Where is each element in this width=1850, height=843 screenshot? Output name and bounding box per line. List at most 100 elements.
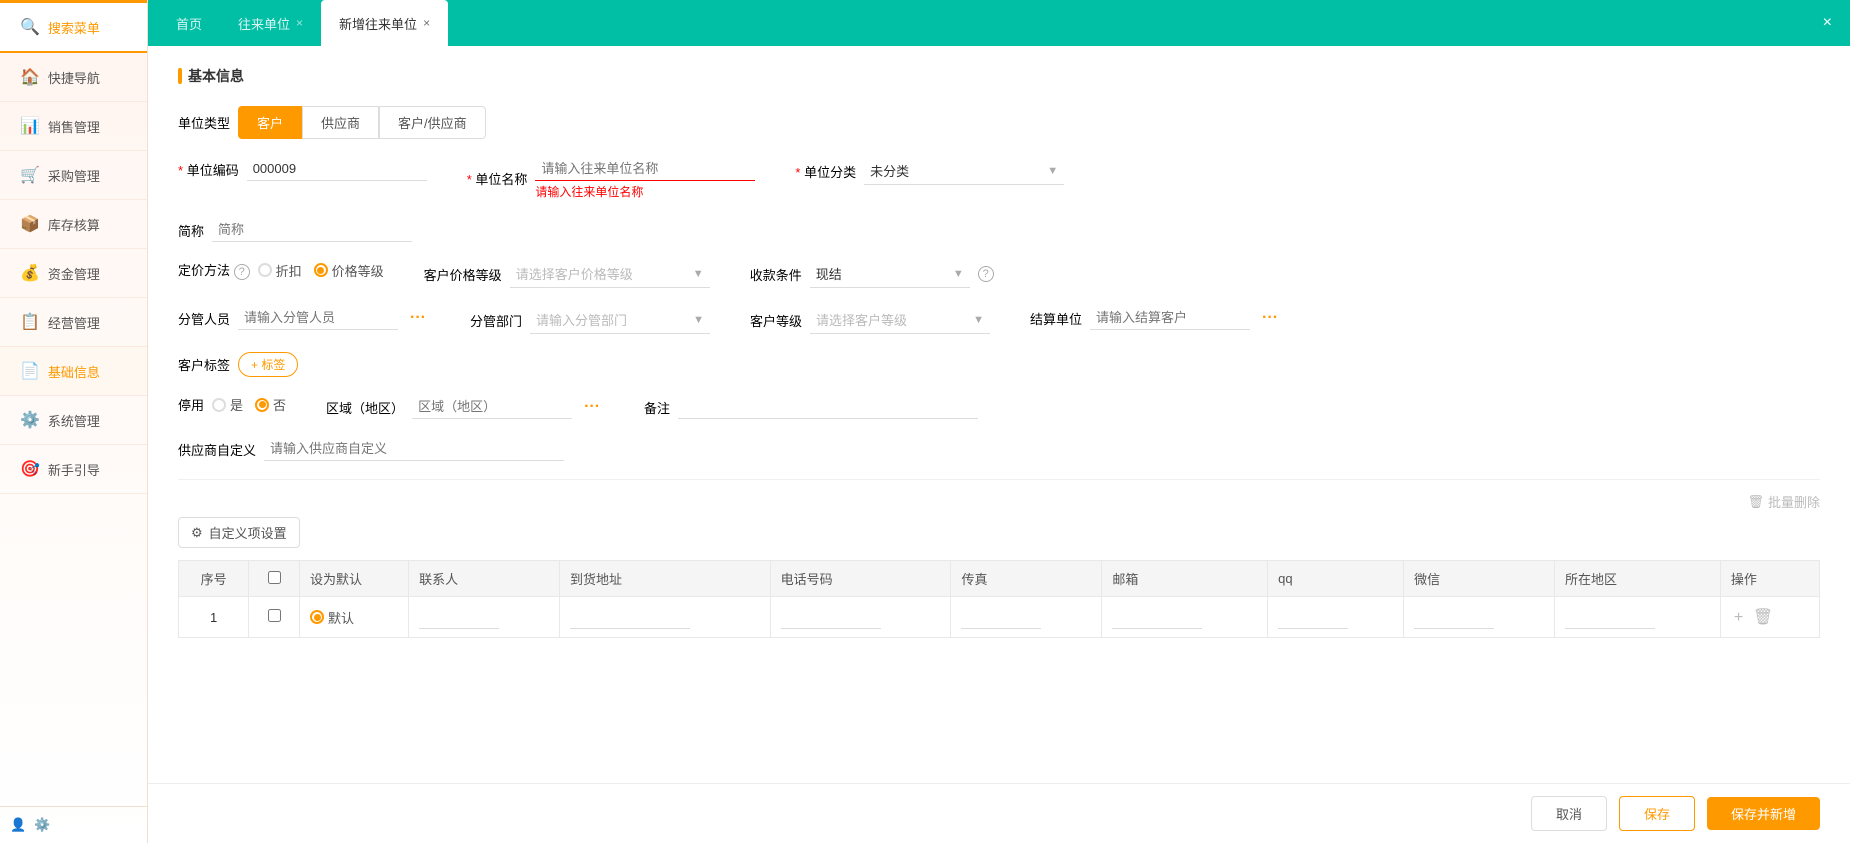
unit-code-input[interactable] (247, 157, 427, 181)
tab-contacts-close[interactable]: × (296, 16, 303, 30)
settlement-unit-input[interactable] (1090, 306, 1250, 330)
customer-price-level-select[interactable]: 请选择客户价格等级 ▼ (510, 260, 710, 288)
unit-type-supplier-btn[interactable]: 供应商 (302, 106, 379, 139)
pricing-radio-discount[interactable]: 折扣 (258, 261, 302, 280)
tab-new-contact-close[interactable]: × (423, 16, 430, 30)
disabled-yes-label: 是 (230, 395, 243, 414)
row-email-input[interactable] (1112, 605, 1202, 629)
row-wechat (1404, 597, 1555, 638)
manager-more-btn[interactable]: ··· (406, 309, 430, 327)
sidebar-item-purchase[interactable]: 🛒 采购管理 (0, 151, 147, 200)
row-contact-input[interactable] (419, 605, 499, 629)
unit-type-field: 单位类型 客户 供应商 客户/供应商 (178, 106, 486, 139)
operations-icon: 📋 (20, 312, 40, 332)
sidebar-settings-icon: ⚙️ (34, 817, 50, 833)
sidebar-item-system[interactable]: ⚙️ 系统管理 (0, 396, 147, 445)
tab-home[interactable]: 首页 (158, 0, 220, 46)
unit-category-select[interactable]: 未分类 ▼ (864, 157, 1064, 185)
col-location: 所在地区 (1555, 561, 1721, 597)
section-header: 基本信息 (178, 66, 1820, 86)
batch-delete-area[interactable]: 🗑 批量删除 (178, 492, 1820, 511)
sidebar-item-operations[interactable]: 📋 经营管理 (0, 298, 147, 347)
short-name-input[interactable] (212, 218, 412, 242)
sidebar-items: 🔍 搜索菜单 🏠 快捷导航 📊 销售管理 🛒 采购管理 📦 库存核算 💰 资金管… (0, 3, 147, 806)
department-select[interactable]: 请输入分管部门 ▼ (530, 306, 710, 334)
custom-settings-button[interactable]: ⚙ 自定义项设置 (178, 517, 300, 548)
row-add-btn[interactable]: + (1731, 609, 1746, 626)
department-arrow-icon: ▼ (693, 314, 704, 326)
payment-terms-question-icon[interactable]: ? (978, 266, 994, 282)
row-default-circle (310, 610, 324, 624)
unit-type-label: 单位类型 (178, 113, 230, 132)
row-default-radio[interactable]: 默认 (310, 608, 398, 627)
payment-terms-select[interactable]: 现结 ▼ (810, 260, 970, 288)
customer-tag-field: 客户标签 + 标签 (178, 352, 298, 377)
region-input[interactable] (412, 395, 572, 419)
cancel-button[interactable]: 取消 (1531, 796, 1607, 831)
sidebar-item-sales[interactable]: 📊 销售管理 (0, 102, 147, 151)
col-email: 邮箱 (1102, 561, 1268, 597)
guide-icon: 🎯 (20, 459, 40, 479)
sidebar-item-inventory[interactable]: 📦 库存核算 (0, 200, 147, 249)
sidebar-item-purchase-label: 采购管理 (48, 166, 100, 185)
disabled-no-circle (255, 398, 269, 412)
row-checkbox[interactable] (268, 609, 281, 622)
row-phone-input[interactable] (781, 605, 881, 629)
sidebar-user-icon: 👤 (10, 817, 26, 833)
save-button[interactable]: 保存 (1619, 796, 1695, 831)
customer-price-level-placeholder: 请选择客户价格等级 (516, 264, 689, 283)
add-tag-button[interactable]: + 标签 (238, 352, 298, 377)
unit-name-error: 请输入往来单位名称 (535, 183, 755, 200)
region-more-btn[interactable]: ··· (580, 398, 604, 416)
batch-delete-label: 批量删除 (1768, 492, 1820, 511)
sidebar-item-search[interactable]: 🔍 搜索菜单 (0, 3, 147, 53)
disabled-field: 停用 是 否 (178, 395, 286, 414)
customer-level-select[interactable]: 请选择客户等级 ▼ (810, 306, 990, 334)
row-address (560, 597, 771, 638)
tab-new-contact[interactable]: 新增往来单位 × (321, 0, 448, 46)
finance-icon: 💰 (20, 263, 40, 283)
pricing-radio-level[interactable]: 价格等级 (314, 261, 384, 280)
row-actions: + 🗑 (1720, 597, 1819, 638)
sidebar-item-quick-nav[interactable]: 🏠 快捷导航 (0, 53, 147, 102)
row-wechat-input[interactable] (1414, 605, 1494, 629)
disabled-radio-group: 是 否 (212, 395, 286, 414)
unit-type-both-btn[interactable]: 客户/供应商 (379, 106, 486, 139)
save-new-button[interactable]: 保存并新增 (1707, 797, 1820, 830)
window-close-button[interactable]: × (1815, 10, 1840, 36)
pricing-method-label: 定价方法 ? (178, 260, 250, 280)
tab-contacts[interactable]: 往来单位 × (220, 0, 321, 46)
disabled-yes-radio[interactable]: 是 (212, 395, 243, 414)
remark-input[interactable] (678, 395, 978, 419)
unit-type-customer-btn[interactable]: 客户 (238, 106, 302, 139)
basic-info-icon: 📄 (20, 361, 40, 381)
category-arrow-icon: ▼ (1047, 165, 1058, 177)
select-all-checkbox[interactable] (268, 571, 281, 584)
unit-code-label: * 单位编码 (178, 160, 239, 179)
row-location-input[interactable] (1565, 605, 1655, 629)
pricing-radio-level-circle (314, 263, 328, 277)
supplier-custom-row: 供应商自定义 (178, 437, 1820, 461)
unit-name-input[interactable] (535, 157, 755, 181)
pricing-question-icon[interactable]: ? (234, 264, 250, 280)
sidebar-item-system-label: 系统管理 (48, 411, 100, 430)
row-fax-input[interactable] (961, 605, 1041, 629)
settlement-unit-more-btn[interactable]: ··· (1258, 309, 1282, 327)
sidebar-item-finance[interactable]: 💰 资金管理 (0, 249, 147, 298)
disabled-no-radio[interactable]: 否 (255, 395, 286, 414)
gear-icon: ⚙ (191, 525, 203, 541)
customer-price-level-label: 客户价格等级 (424, 265, 502, 284)
sales-icon: 📊 (20, 116, 40, 136)
supplier-custom-field: 供应商自定义 (178, 437, 564, 461)
sidebar-item-search-label: 搜索菜单 (48, 18, 100, 37)
code-name-category-row: * 单位编码 * 单位名称 请输入往来单位名称 (178, 157, 1820, 200)
row-delete-btn[interactable]: 🗑 (1750, 609, 1776, 626)
manager-input[interactable] (238, 306, 398, 330)
pricing-radio-discount-circle (258, 263, 272, 277)
purchase-icon: 🛒 (20, 165, 40, 185)
row-qq-input[interactable] (1278, 605, 1348, 629)
row-address-input[interactable] (570, 605, 690, 629)
sidebar-item-guide[interactable]: 🎯 新手引导 (0, 445, 147, 494)
supplier-custom-input[interactable] (264, 437, 564, 461)
sidebar-item-basic-info[interactable]: 📄 基础信息 (0, 347, 147, 396)
